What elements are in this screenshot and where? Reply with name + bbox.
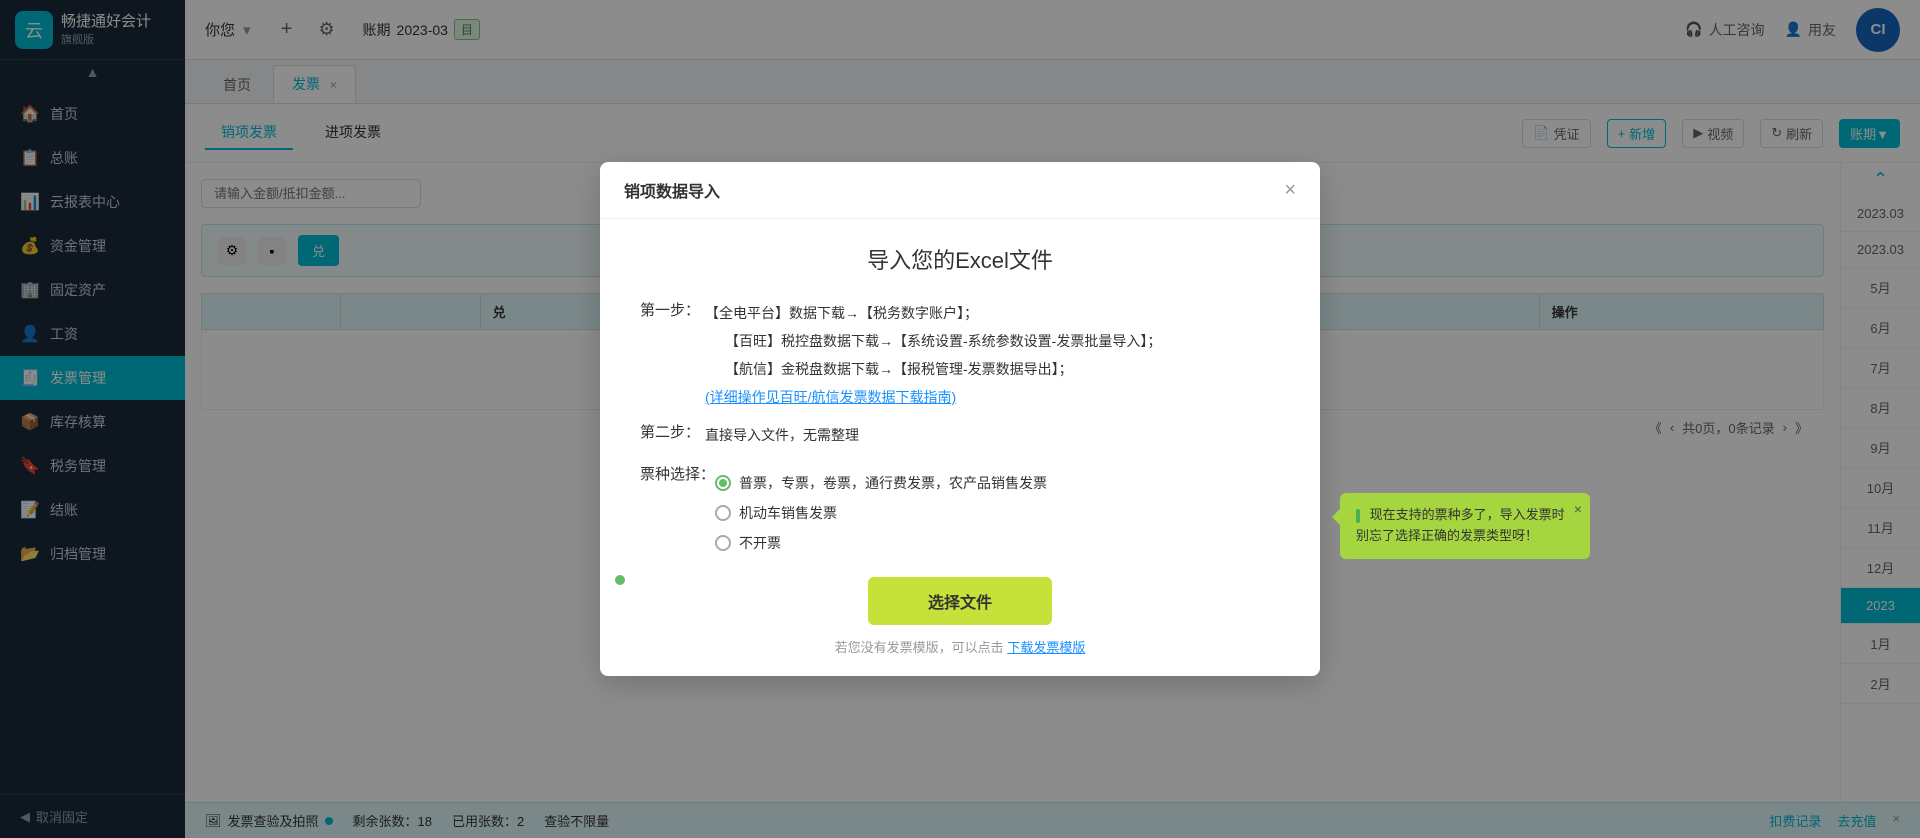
modal-big-title: 导入您的Excel文件: [640, 243, 1280, 275]
radio-label-car: 机动车销售发票: [739, 503, 837, 523]
radio-option-general[interactable]: 普票，专票，卷票，通行费发票，农产品销售发票: [715, 473, 1280, 493]
select-file-button[interactable]: 选择文件: [868, 577, 1052, 625]
modal-overlay[interactable]: 销项数据导入 × 导入您的Excel文件 第一步： 【全电平台】数据下载→【税务…: [0, 0, 1920, 838]
step2-content: 直接导入文件，无需整理: [705, 421, 1280, 449]
ticket-label: 票种选择：: [640, 463, 715, 553]
step1-line-1: 【全电平台】数据下载→【税务数字账户】；: [705, 299, 1280, 327]
ticket-select-row: 票种选择： 普票，专票，卷票，通行费发票，农产品销售发票 机动车销售发票: [640, 463, 1280, 553]
modal-footer-text: 若您没有发票模版，可以点击: [835, 640, 1004, 655]
step1-content: 【全电平台】数据下载→【税务数字账户】； 【百旺】税控盘数据下载→【系统设置-系…: [705, 299, 1280, 407]
radio-option-none[interactable]: 不开票: [715, 533, 1280, 553]
step1-line-3: 【航信】金税盘数据下载→【报税管理-发票数据导出】；: [705, 355, 1280, 383]
download-template-link[interactable]: 下载发票模版: [1007, 640, 1085, 655]
tooltip-bar: [1356, 509, 1360, 523]
radio-label-general: 普票，专票，卷票，通行费发票，农产品销售发票: [739, 473, 1047, 493]
step2-text: 直接导入文件，无需整理: [705, 421, 1280, 449]
step1-label: 第一步：: [640, 299, 705, 407]
modal-header: 销项数据导入 ×: [600, 162, 1320, 219]
modal-title: 销项数据导入: [624, 178, 720, 202]
radio-label-none: 不开票: [739, 533, 781, 553]
step1-guide-link[interactable]: (详细操作见百旺/航信发票数据下载指南): [705, 389, 956, 405]
step1-line-2: 【百旺】税控盘数据下载→【系统设置-系统参数设置-发票批量导入】；: [705, 327, 1280, 355]
tooltip-bubble: × 现在支持的票种多了，导入发票时别忘了选择正确的发票类型呀！: [1340, 493, 1590, 559]
tooltip-close-button[interactable]: ×: [1574, 501, 1582, 517]
modal-body: 导入您的Excel文件 第一步： 【全电平台】数据下载→【税务数字账户】； 【百…: [600, 219, 1320, 676]
radio-dot-general: [715, 475, 731, 491]
modal-close-button[interactable]: ×: [1284, 179, 1296, 202]
radio-group: 普票，专票，卷票，通行费发票，农产品销售发票 机动车销售发票 不开票: [715, 473, 1280, 553]
tooltip-text: 现在支持的票种多了，导入发票时别忘了选择正确的发票类型呀！: [1356, 507, 1565, 543]
step2-label: 第二步：: [640, 421, 705, 449]
radio-dot-car: [715, 505, 731, 521]
radio-dot-none: [715, 535, 731, 551]
radio-option-car[interactable]: 机动车销售发票: [715, 503, 1280, 523]
step1-row: 第一步： 【全电平台】数据下载→【税务数字账户】； 【百旺】税控盘数据下载→【系…: [640, 299, 1280, 407]
modal-footer: 若您没有发票模版，可以点击 下载发票模版: [640, 637, 1280, 656]
tooltip-dot: [615, 575, 625, 585]
step2-row: 第二步： 直接导入文件，无需整理: [640, 421, 1280, 449]
modal: 销项数据导入 × 导入您的Excel文件 第一步： 【全电平台】数据下载→【税务…: [600, 162, 1320, 676]
ticket-options: 普票，专票，卷票，通行费发票，农产品销售发票 机动车销售发票 不开票: [715, 463, 1280, 553]
